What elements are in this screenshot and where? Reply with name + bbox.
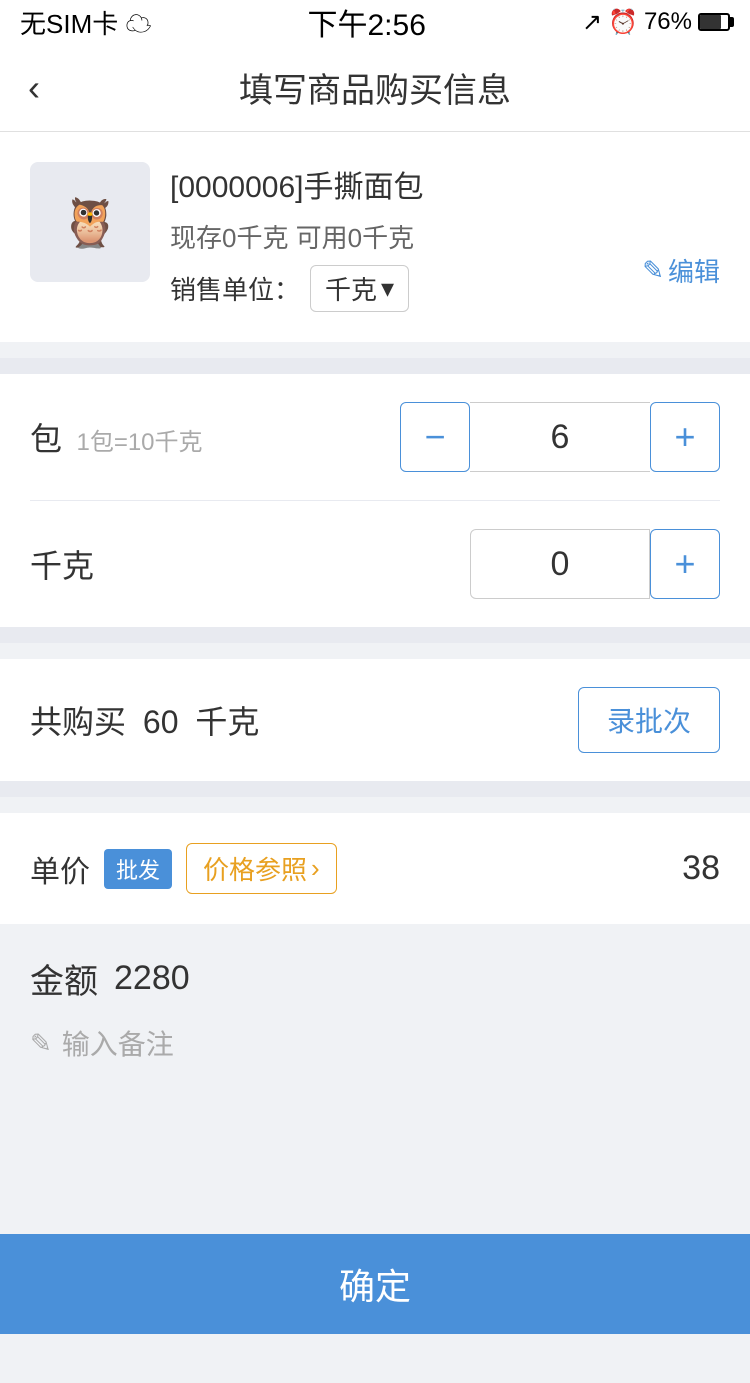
amount-row: 金额 2280	[30, 954, 720, 1003]
page-title: 填写商品购买信息	[239, 63, 511, 112]
battery-text: 76%	[644, 8, 692, 36]
bao-quantity-input[interactable]	[470, 402, 650, 472]
price-ref-button[interactable]: 价格参照 ›	[186, 843, 337, 894]
amount-label: 金额	[30, 954, 98, 1003]
price-section: 单价 批发 价格参照 › 38	[0, 813, 750, 924]
edit-icon: ✎	[642, 255, 664, 286]
alarm-icon: ⏰	[608, 8, 638, 37]
note-icon: ✎	[30, 1028, 52, 1059]
total-quantity: 60	[143, 704, 179, 740]
confirm-button[interactable]: 确定	[0, 1234, 750, 1334]
bao-label-group: 包 1包=10千克	[30, 414, 203, 460]
amount-value: 2280	[114, 959, 190, 998]
price-ref-label: 价格参照	[203, 850, 307, 887]
edit-button[interactable]: ✎ 编辑	[642, 252, 720, 289]
kg-quantity-control: +	[470, 529, 720, 599]
location-icon: ↗	[582, 8, 602, 37]
chevron-down-icon: ▾	[381, 273, 394, 304]
unit-label: 销售单位：	[170, 270, 300, 307]
product-info: [0000006]手撕面包 现存0千克 可用0千克 销售单位： 千克 ▾	[170, 162, 720, 312]
note-row[interactable]: ✎ 输入备注	[30, 1023, 720, 1063]
price-badge: 批发	[104, 849, 172, 889]
signal-text: 无SIM卡 ☁	[20, 4, 151, 41]
status-time: 下午2:56	[308, 0, 426, 44]
bottom-spacer	[0, 1083, 750, 1383]
price-value: 38	[682, 849, 720, 888]
chevron-right-icon: ›	[311, 853, 320, 884]
product-name: [0000006]手撕面包	[170, 162, 720, 206]
note-placeholder: 输入备注	[62, 1023, 174, 1063]
total-section: 共购买 60 千克 录批次	[0, 659, 750, 781]
separator-2	[0, 627, 750, 643]
total-unit: 千克	[195, 704, 259, 740]
total-label-group: 共购买 60 千克	[30, 697, 259, 743]
total-label: 共购买 60 千克	[30, 704, 259, 740]
separator-3	[0, 781, 750, 797]
product-unit-row: 销售单位： 千克 ▾	[170, 265, 720, 312]
kg-label: 千克	[30, 548, 94, 584]
back-button[interactable]: ‹	[28, 67, 40, 109]
bao-decrease-button[interactable]: −	[400, 402, 470, 472]
kg-increase-button[interactable]: +	[650, 529, 720, 599]
batch-button[interactable]: 录批次	[578, 687, 720, 753]
kg-label-group: 千克	[30, 541, 94, 587]
separator-1	[0, 358, 750, 374]
nav-bar: ‹ 填写商品购买信息	[0, 44, 750, 132]
bao-increase-button[interactable]: +	[650, 402, 720, 472]
battery-icon	[698, 13, 730, 31]
kg-row: 千克 +	[30, 501, 720, 627]
bao-row: 包 1包=10千克 − +	[30, 374, 720, 501]
bao-quantity-control: − +	[400, 402, 720, 472]
status-right: ↗ ⏰ 76%	[582, 8, 730, 37]
status-left: 无SIM卡 ☁	[20, 4, 151, 41]
total-row: 共购买 60 千克 录批次	[30, 659, 720, 781]
product-card: 🦉 [0000006]手撕面包 现存0千克 可用0千克 销售单位： 千克 ▾ ✎…	[0, 132, 750, 342]
product-logo-icon: 🦉	[60, 194, 120, 251]
price-row: 单价 批发 价格参照 › 38	[30, 843, 720, 894]
kg-quantity-input[interactable]	[470, 529, 650, 599]
status-bar: 无SIM卡 ☁ 下午2:56 ↗ ⏰ 76%	[0, 0, 750, 44]
unit-value: 千克	[325, 270, 377, 307]
product-stock: 现存0千克 可用0千克	[170, 218, 720, 255]
price-label: 单价	[30, 847, 90, 891]
edit-label: 编辑	[668, 252, 720, 289]
product-image: 🦉	[30, 162, 150, 282]
quantity-section: 包 1包=10千克 − + 千克 +	[0, 374, 750, 627]
bao-label: 包	[30, 421, 62, 457]
unit-select[interactable]: 千克 ▾	[310, 265, 409, 312]
bao-hint: 1包=10千克	[76, 429, 202, 456]
amount-section: 金额 2280 ✎ 输入备注	[0, 924, 750, 1083]
